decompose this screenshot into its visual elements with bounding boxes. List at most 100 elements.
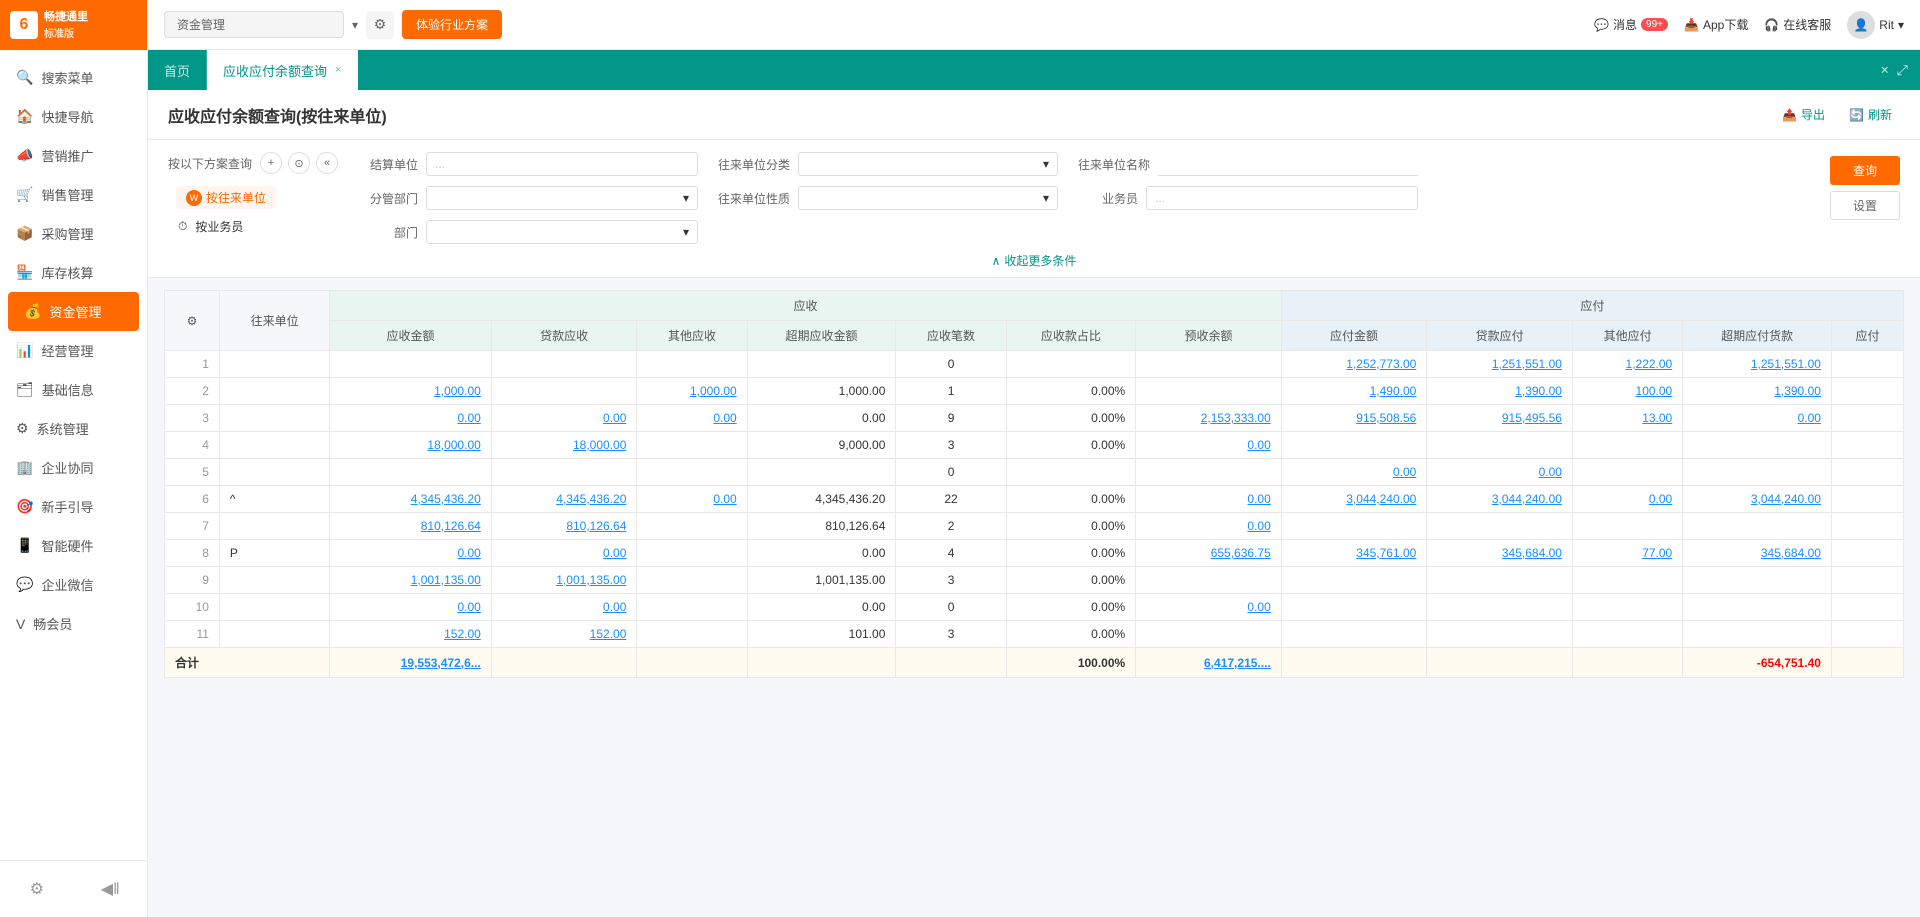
salesman-input[interactable]: ... [1146,186,1418,210]
refresh-btn[interactable]: 🔄 刷新 [1841,102,1900,127]
sidebar-item-purchase[interactable]: 📦 采购管理 [0,214,147,253]
table-cell[interactable]: 1,001,135.00 [330,567,492,594]
partner-name-input[interactable] [1158,153,1418,176]
tab-ar-ap[interactable]: 应收应付余额查询 × [207,50,358,90]
footer-rec-total[interactable]: 19,553,472,6... [330,648,492,678]
sidebar-item-sales[interactable]: 🛒 销售管理 [0,175,147,214]
table-cell[interactable]: 0.00 [637,486,747,513]
table-cell[interactable]: 3,044,240.00 [1427,486,1573,513]
tab-close-icon[interactable]: × [335,64,341,76]
window-max-btn[interactable]: ⤢ [1897,62,1908,79]
table-cell[interactable]: 0.00 [1281,459,1427,486]
table-cell[interactable]: 4,345,436.20 [491,486,637,513]
table-cell[interactable]: 0.00 [330,540,492,567]
table-cell[interactable]: 13.00 [1572,405,1682,432]
subdept-input[interactable]: ▾ [426,220,698,244]
sidebar-item-marketing[interactable]: 📣 营销推广 [0,136,147,175]
promo-btn[interactable]: 体验行业方案 [402,10,502,39]
table-cell[interactable]: 1,251,551.00 [1427,351,1573,378]
sidebar-item-finance[interactable]: 💰 资金管理 [8,292,139,331]
table-cell[interactable]: 0.00 [1136,594,1282,621]
table-cell[interactable]: 18,000.00 [330,432,492,459]
message-btn[interactable]: 💬 消息 99+ [1594,16,1668,33]
schema-partner[interactable]: W 按往来单位 [176,186,276,209]
table-cell[interactable]: 345,684.00 [1683,540,1832,567]
filter-edit-btn[interactable]: ⊙ [288,152,310,174]
table-cell[interactable]: 0.00 [330,405,492,432]
table-cell [219,351,329,378]
table-cell[interactable]: 100.00 [1572,378,1682,405]
sidebar-item-basic[interactable]: 🗂 基础信息 [0,370,147,409]
table-cell[interactable]: 915,495.56 [1427,405,1573,432]
table-cell[interactable]: 1,490.00 [1281,378,1427,405]
table-cell[interactable]: 1,251,551.00 [1683,351,1832,378]
table-cell [637,621,747,648]
sidebar-item-operation[interactable]: 📊 经营管理 [0,331,147,370]
sidebar-collapse-btn[interactable]: ◀‖ [92,871,128,907]
table-cell[interactable]: 345,761.00 [1281,540,1427,567]
table-cell[interactable]: 0.00 [491,540,637,567]
table-cell[interactable]: 0.00 [1683,405,1832,432]
settings-small-btn[interactable]: 设置 [1830,191,1900,220]
table-cell[interactable]: 0.00 [1136,513,1282,540]
sidebar-item-search[interactable]: 🔍 搜索菜单 [0,58,147,97]
footer-rec-advance[interactable]: 6,417,215.... [1136,648,1282,678]
collapse-more-btn[interactable]: ∧ 收起更多条件 [148,252,1920,269]
table-cell[interactable]: 18,000.00 [491,432,637,459]
header-gear-btn[interactable]: ⚙ [366,11,394,39]
sidebar-item-guide[interactable]: 🎯 新手引导 [0,487,147,526]
table-cell[interactable]: 345,684.00 [1427,540,1573,567]
app-download-btn[interactable]: 📥 App下载 [1684,16,1748,33]
sidebar-item-hardware[interactable]: 📱 智能硬件 [0,526,147,565]
dept-input[interactable]: ▾ [426,186,698,210]
table-cell[interactable]: 0.00 [1136,486,1282,513]
table-cell[interactable]: 0.00 [1572,486,1682,513]
table-cell[interactable]: 152.00 [491,621,637,648]
filter-collapse-btn[interactable]: « [316,152,338,174]
partner-nature-input[interactable]: ▾ [798,186,1058,210]
window-close-btn[interactable]: × [1881,62,1889,79]
sidebar-item-quicknav[interactable]: 🏠 快捷导航 [0,97,147,136]
table-cell[interactable]: 0.00 [1427,459,1573,486]
table-cell[interactable]: 1,000.00 [330,378,492,405]
settlement-input[interactable]: ... [426,152,698,176]
table-cell[interactable]: 915,508.56 [1281,405,1427,432]
filter-add-btn[interactable]: + [260,152,282,174]
header-breadcrumb[interactable]: 资金管理 [164,11,344,38]
table-cell[interactable]: 0.00 [1136,432,1282,459]
header-dropdown-arrow[interactable]: ▾ [352,18,358,32]
table-cell[interactable]: 0.00 [491,594,637,621]
schema-salesman[interactable]: ⏱ 按业务员 [168,215,338,238]
table-cell[interactable]: 1,000.00 [637,378,747,405]
table-cell[interactable]: 152.00 [330,621,492,648]
query-btn[interactable]: 查询 [1830,156,1900,185]
table-cell[interactable]: 1,390.00 [1427,378,1573,405]
table-cell[interactable]: 810,126.64 [491,513,637,540]
sidebar-item-system[interactable]: ⚙ 系统管理 [0,409,147,448]
sidebar-item-vip[interactable]: V 畅会员 [0,604,147,643]
table-cell[interactable]: 4,345,436.20 [330,486,492,513]
online-service-btn[interactable]: 🎧 在线客服 [1764,16,1831,33]
table-cell[interactable]: 2,153,333.00 [1136,405,1282,432]
table-cell[interactable]: 0.00 [491,405,637,432]
table-cell[interactable]: 1,001,135.00 [491,567,637,594]
table-cell[interactable]: 3,044,240.00 [1683,486,1832,513]
table-cell[interactable]: 3,044,240.00 [1281,486,1427,513]
sidebar-item-corp[interactable]: 🏢 企业协同 [0,448,147,487]
user-menu[interactable]: 👤 Rit ▾ [1847,11,1904,39]
table-cell[interactable]: 0.00 [330,594,492,621]
partner-type-input[interactable]: ▾ [798,152,1058,176]
table-cell[interactable]: 810,126.64 [330,513,492,540]
table-cell[interactable]: 1,252,773.00 [1281,351,1427,378]
table-cell[interactable]: 1,390.00 [1683,378,1832,405]
sidebar-item-inventory[interactable]: 🏪 库存核算 [0,253,147,292]
table-cell[interactable]: 655,636.75 [1136,540,1282,567]
table-cell[interactable]: 77.00 [1572,540,1682,567]
tab-home[interactable]: 首页 [148,50,207,90]
export-btn[interactable]: 📤 导出 [1774,102,1833,127]
sidebar-settings-btn[interactable]: ⚙ [19,871,55,907]
sidebar-item-wechat[interactable]: 💬 企业微信 [0,565,147,604]
col-settings[interactable]: ⚙ [165,291,220,351]
table-cell[interactable]: 0.00 [637,405,747,432]
table-cell[interactable]: 1,222.00 [1572,351,1682,378]
